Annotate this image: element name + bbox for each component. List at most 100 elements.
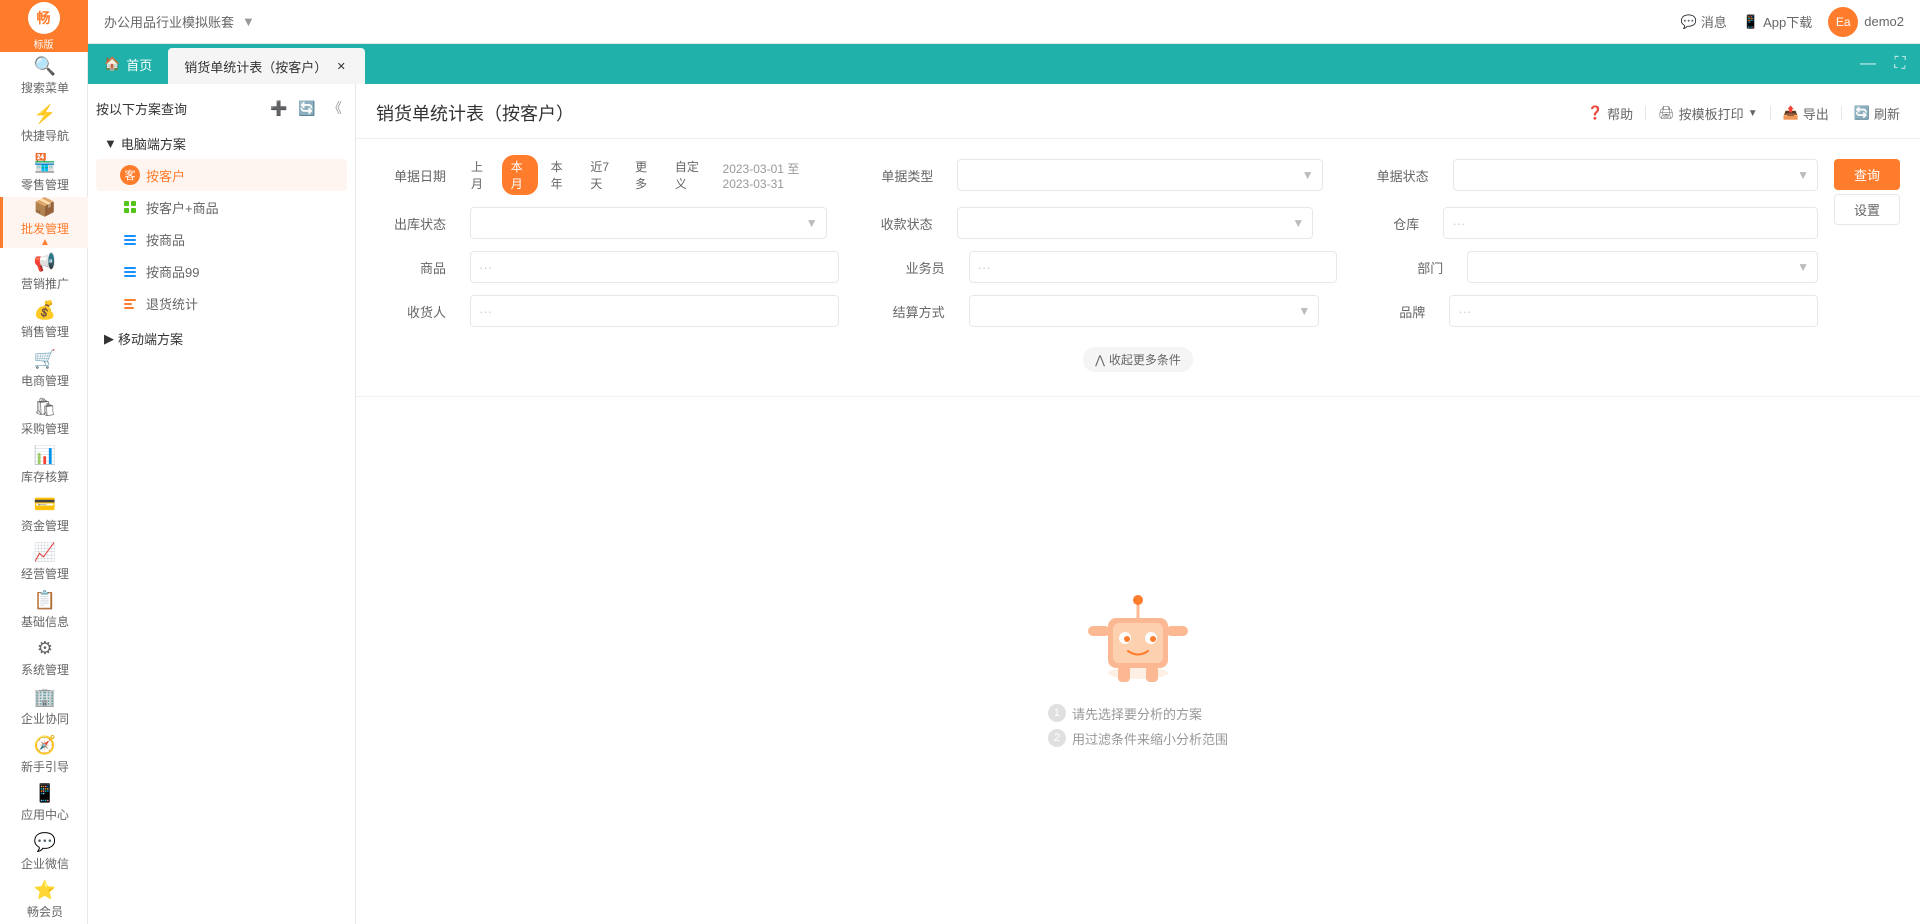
date-btn-more[interactable]: 更多 (626, 155, 662, 195)
retail-icon: 🏪 (34, 153, 56, 174)
sidebar-item-marketing[interactable]: 📢 营销推广 (0, 248, 88, 296)
sidebar-item-member[interactable]: ⭐ 畅会员 (0, 876, 88, 924)
status-label: 单据状态 (1359, 166, 1429, 185)
avatar: Ea (1828, 7, 1858, 37)
empty-illustration (1078, 568, 1198, 688)
sidebar-item-label: 畅会员 (27, 903, 63, 920)
top-nav-left: 办公用品行业模拟账套 ▼ (104, 12, 255, 31)
tree-mobile-header[interactable]: ▶ 移动端方案 (96, 323, 347, 354)
warehouse-input[interactable]: ··· (1443, 207, 1818, 239)
tree-mobile-section: ▶ 移动端方案 (96, 323, 347, 354)
staff-label: 业务员 (875, 258, 945, 277)
tree-item-label: 按客户 (146, 166, 185, 185)
sidebar-item-company[interactable]: 🏢 企业协同 (0, 683, 88, 731)
tree-item-return-stats[interactable]: 退货统计 (96, 287, 347, 319)
customer-icon: 客 (120, 165, 140, 185)
user-menu[interactable]: Ea demo2 (1828, 7, 1904, 37)
sidebar-item-quick[interactable]: ⚡ 快捷导航 (0, 100, 88, 148)
settlement-select[interactable]: ▼ (969, 295, 1320, 327)
search-icon: 🔍 (34, 56, 56, 77)
tab-home[interactable]: 🏠 首页 (88, 44, 168, 84)
inventory-icon: 📊 (34, 445, 56, 466)
marketing-icon: 📢 (34, 252, 56, 273)
sidebar-item-business[interactable]: 📈 经营管理 (0, 538, 88, 586)
sidebar-item-wechat[interactable]: 💬 企业微信 (0, 827, 88, 875)
sidebar-item-inventory[interactable]: 📊 库存核算 (0, 441, 88, 489)
filter-row-2: 出库状态 ▼ 收款状态 (376, 207, 1818, 239)
sidebar-item-app[interactable]: 📱 应用中心 (0, 779, 88, 827)
sidebar-item-search[interactable]: 🔍 搜索菜单 (0, 52, 88, 100)
tabs-actions: — ⛶ (1856, 52, 1920, 76)
customer-goods-icon (120, 197, 140, 217)
sidebar-item-retail[interactable]: 🏪 零售管理 (0, 149, 88, 197)
left-panel-title: 按以下方案查询 (96, 99, 187, 118)
date-btn-7days[interactable]: 近7天 (581, 155, 622, 195)
sidebar-item-label: 资金管理 (21, 517, 69, 534)
dept-select[interactable]: ▼ (1467, 251, 1818, 283)
message-button[interactable]: 💬 消息 (1681, 12, 1727, 31)
account-dropdown-icon[interactable]: ▼ (242, 14, 255, 29)
page-content: 按以下方案查询 ➕ 🔄 《 ▼ 电脑端方案 客 按客户 (88, 84, 1920, 924)
sidebar-item-ecom[interactable]: 🛒 电商管理 (0, 345, 88, 393)
refresh-button[interactable]: 🔄 刷新 (1854, 104, 1900, 123)
app-download-label: App下载 (1763, 12, 1812, 31)
tab-stats[interactable]: 销货单统计表（按客户） ✕ (168, 48, 365, 84)
date-btn-this-year[interactable]: 本年 (542, 155, 578, 195)
tab-close-button[interactable]: ✕ (333, 58, 349, 74)
tree-item-by-customer[interactable]: 客 按客户 (96, 159, 347, 191)
settlement-wrapper: ▼ (969, 295, 1320, 327)
date-btn-last-month[interactable]: 上月 (462, 155, 498, 195)
tree-item-by-goods[interactable]: 按商品 (96, 223, 347, 255)
tree-desktop-header[interactable]: ▼ 电脑端方案 (96, 128, 347, 159)
refresh-label: 刷新 (1874, 104, 1900, 123)
sidebar-item-base[interactable]: 📋 基础信息 (0, 586, 88, 634)
refresh-scheme-button[interactable]: 🔄 (295, 96, 319, 120)
query-button[interactable]: 查询 (1834, 159, 1900, 190)
page-header: 销货单统计表（按客户） ❓ 帮助 🖨 按模板打印 ▼ (356, 84, 1920, 139)
print-button[interactable]: 🖨 按模板打印 ▼ (1658, 104, 1757, 123)
tip-num-1: 1 (1048, 704, 1066, 722)
tree-item-by-customer-goods[interactable]: 按客户+商品 (96, 191, 347, 223)
base-icon: 📋 (34, 590, 56, 611)
tree-item-by-goods99[interactable]: 按商品99 (96, 255, 347, 287)
export-button[interactable]: 📤 导出 (1783, 104, 1829, 123)
account-title: 办公用品行业模拟账套 (104, 12, 234, 31)
date-btn-this-month[interactable]: 本月 (502, 155, 538, 195)
app-download-button[interactable]: 📱 App下载 (1743, 12, 1812, 31)
dept-label: 部门 (1373, 258, 1443, 277)
brand-input[interactable]: ··· (1449, 295, 1818, 327)
out-status-select[interactable]: ▼ (470, 207, 827, 239)
status-select[interactable]: ▼ (1453, 159, 1818, 191)
right-panel: 销货单统计表（按客户） ❓ 帮助 🖨 按模板打印 ▼ (356, 84, 1920, 924)
sidebar-item-sales[interactable]: 💰 销售管理 (0, 296, 88, 344)
add-scheme-button[interactable]: ➕ (267, 96, 291, 120)
message-icon: 💬 (1681, 14, 1697, 30)
tree-desktop-section: ▼ 电脑端方案 客 按客户 按客户+商品 (96, 128, 347, 319)
logo-text: 标版 (34, 36, 54, 51)
sidebar-item-finance[interactable]: 💳 资金管理 (0, 489, 88, 537)
date-btn-custom[interactable]: 自定义 (666, 155, 711, 195)
settings-button[interactable]: 设置 (1834, 194, 1900, 225)
goods-input[interactable]: ··· (470, 251, 839, 283)
receiver-input[interactable]: ··· (470, 295, 839, 327)
sidebar-item-system[interactable]: ⚙ 系统管理 (0, 634, 88, 682)
payment-wrapper: ▼ (957, 207, 1314, 239)
sidebar-item-label: 应用中心 (21, 806, 69, 823)
type-select[interactable]: ▼ (957, 159, 1322, 191)
collapse-panel-button[interactable]: 《 (323, 96, 347, 120)
collapse-button[interactable]: ⋀ 收起更多条件 (1083, 347, 1193, 372)
brand-label: 品牌 (1355, 302, 1425, 321)
sidebar-item-label: 零售管理 (21, 176, 69, 193)
sidebar-item-label: 经营管理 (21, 565, 69, 582)
payment-select[interactable]: ▼ (957, 207, 1314, 239)
sidebar-item-wholesale[interactable]: 📦 批发管理 ▲ (0, 197, 88, 248)
print-dropdown-icon: ▼ (1748, 108, 1758, 119)
help-button[interactable]: ❓ 帮助 (1587, 104, 1633, 123)
sidebar-item-purchase[interactable]: 🛍 采购管理 (0, 393, 88, 441)
main-area: 办公用品行业模拟账套 ▼ 💬 消息 📱 App下载 Ea demo2 🏠 首页 … (88, 0, 1920, 924)
tab-maximize-button[interactable]: ⛶ (1888, 52, 1912, 76)
tab-minimize-button[interactable]: — (1856, 52, 1880, 76)
sidebar-item-guide[interactable]: 🧭 新手引导 (0, 731, 88, 779)
staff-input[interactable]: ··· (969, 251, 1338, 283)
sidebar-logo[interactable]: 畅 标版 (0, 0, 88, 52)
